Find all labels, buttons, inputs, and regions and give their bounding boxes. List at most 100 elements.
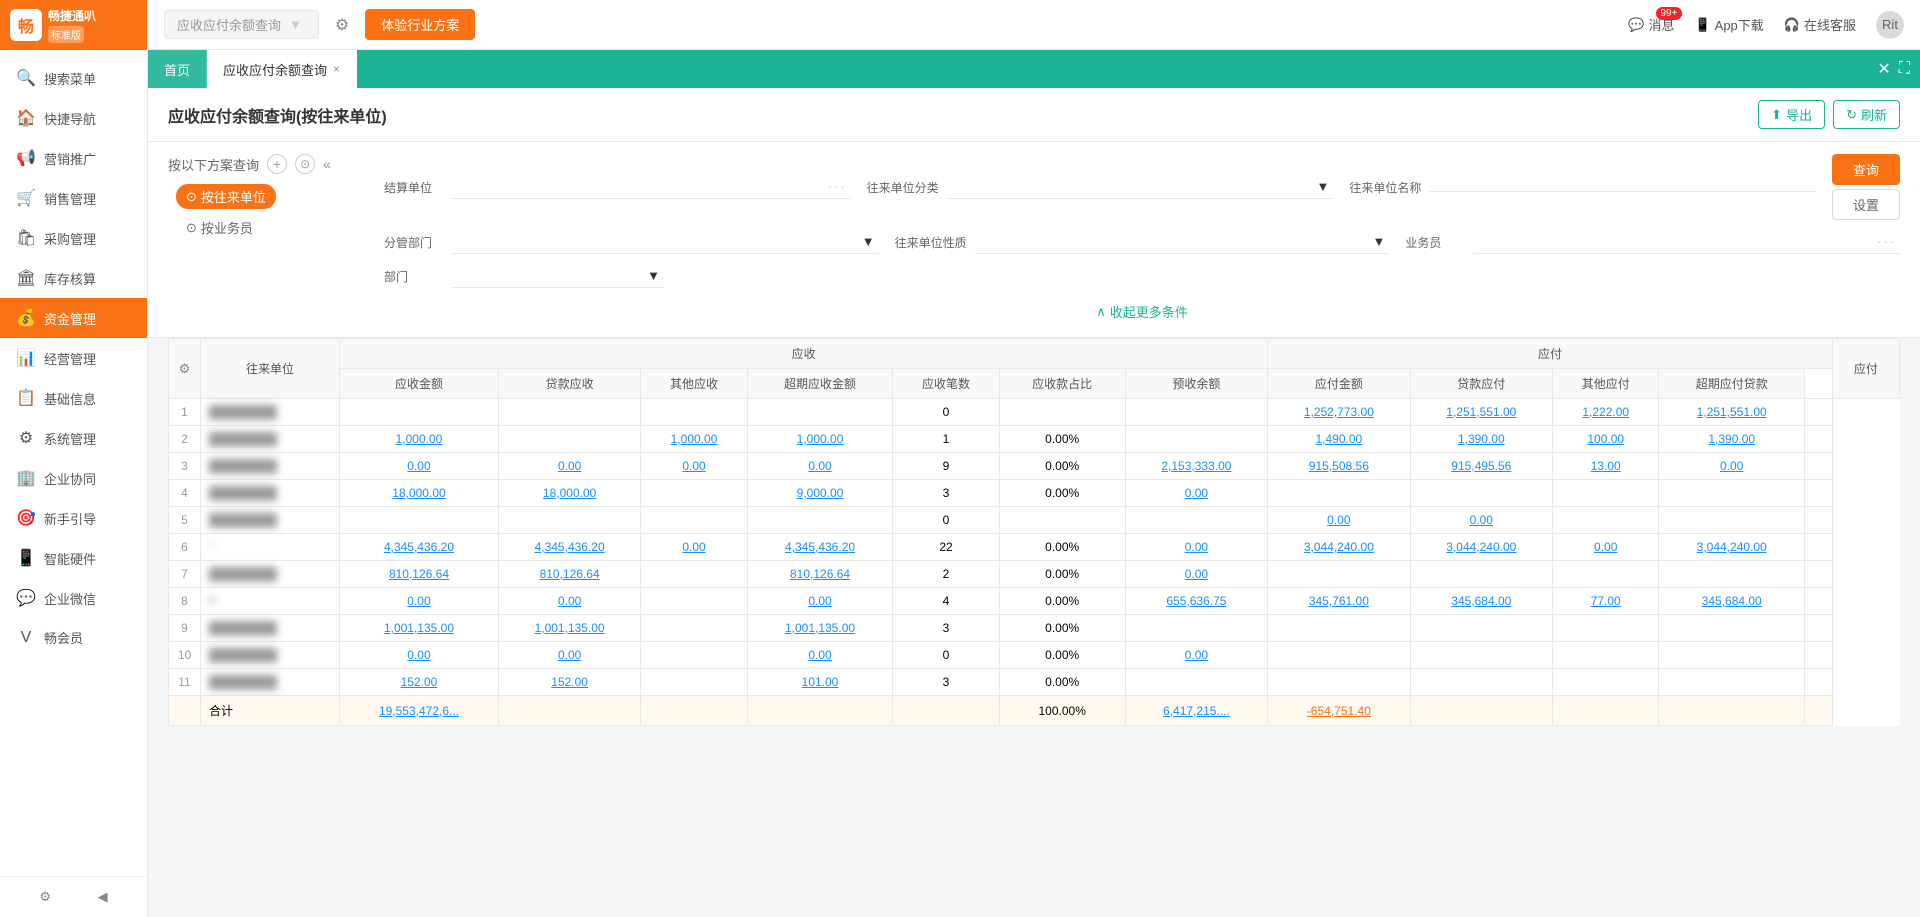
ar_other-cell[interactable]: 1,000.00 — [641, 426, 747, 453]
sidebar-item-vip[interactable]: V 畅会员 — [0, 618, 147, 657]
dept-manager-select[interactable]: ▼ — [452, 230, 879, 254]
ar_other-cell[interactable]: 0.00 — [641, 534, 747, 561]
query-button[interactable]: 查询 — [1832, 154, 1900, 185]
ar_loan-cell[interactable]: 4,345,436.20 — [498, 534, 640, 561]
ap_overdue-cell[interactable]: 0.00 — [1659, 453, 1805, 480]
sidebar-item-sales[interactable]: 🛒 销售管理 — [0, 178, 147, 218]
ar_overdue-cell[interactable]: 9,000.00 — [747, 480, 893, 507]
footer-ap-amount[interactable]: -654,751.40 — [1268, 696, 1410, 726]
ap_overdue-cell[interactable]: 3,044,240.00 — [1659, 534, 1805, 561]
ap_overdue-cell[interactable]: 1,390.00 — [1659, 426, 1805, 453]
tab-close-window-button[interactable]: ✕ — [1877, 59, 1890, 79]
ap_loan-cell[interactable]: 0.00 — [1410, 507, 1552, 534]
ap_overdue-cell[interactable]: 345,684.00 — [1659, 588, 1805, 615]
table-settings-icon[interactable]: ⚙ — [179, 361, 191, 376]
ar_prepay-cell[interactable]: 655,636.75 — [1125, 588, 1267, 615]
footer-ar-prepay[interactable]: 6,417,215.... — [1125, 696, 1267, 726]
ar_prepay-cell[interactable]: 0.00 — [1125, 561, 1267, 588]
salesperson-input[interactable]: ··· — [1473, 230, 1900, 254]
filter-settings-button[interactable]: ⊙ — [295, 154, 315, 174]
sidebar-item-inventory[interactable]: 🏛 库存核算 — [0, 258, 147, 298]
ap_other-cell[interactable]: 1,222.00 — [1553, 399, 1659, 426]
sidebar-item-hardware[interactable]: 📱 智能硬件 — [0, 538, 147, 578]
scheme-option-1[interactable]: ⊙ 按往来单位 — [176, 184, 368, 209]
export-button[interactable]: ⬆ 导出 — [1758, 100, 1825, 129]
filter-add-button[interactable]: + — [267, 154, 287, 174]
ap_amount-cell[interactable]: 0.00 — [1268, 507, 1410, 534]
ap_amount-cell[interactable]: 345,761.00 — [1268, 588, 1410, 615]
tab-home[interactable]: 首页 — [148, 50, 207, 88]
ap_amount-cell[interactable]: 3,044,240.00 — [1268, 534, 1410, 561]
setting-button[interactable]: 设置 — [1832, 189, 1900, 220]
ar_overdue-cell[interactable]: 1,000.00 — [747, 426, 893, 453]
user-avatar[interactable]: Rit — [1876, 11, 1904, 39]
ar_overdue-cell[interactable]: 810,126.64 — [747, 561, 893, 588]
ar_overdue-cell[interactable]: 0.00 — [747, 588, 893, 615]
ar_amount-cell[interactable]: 1,000.00 — [340, 426, 499, 453]
ap_loan-cell[interactable]: 345,684.00 — [1410, 588, 1552, 615]
partner-nature-select[interactable]: ▼ — [975, 230, 1390, 254]
online-service-button[interactable]: 🎧 在线客服 — [1784, 15, 1856, 34]
topbar-gear-icon[interactable]: ⚙ — [331, 11, 353, 39]
ap_other-cell[interactable]: 0.00 — [1553, 534, 1659, 561]
sidebar-item-finance[interactable]: 💰 资金管理 — [0, 298, 147, 338]
tab-close-icon[interactable]: × — [333, 62, 340, 76]
sidebar-collapse-icon[interactable]: ◀ — [98, 889, 108, 905]
sidebar-item-search[interactable]: 🔍 搜索菜单 — [0, 58, 147, 98]
ap_other-cell[interactable]: 77.00 — [1553, 588, 1659, 615]
ap_loan-cell[interactable]: 915,495.56 — [1410, 453, 1552, 480]
tab-maximize-button[interactable]: ⛶ — [1899, 60, 1910, 78]
ap_overdue-cell[interactable]: 1,251,551.00 — [1659, 399, 1805, 426]
message-button[interactable]: 💬 消息 99+ — [1628, 15, 1674, 34]
sidebar-item-quick[interactable]: 🏠 快捷导航 — [0, 98, 147, 138]
ar_prepay-cell[interactable]: 0.00 — [1125, 480, 1267, 507]
ap_other-cell[interactable]: 13.00 — [1553, 453, 1659, 480]
ar_amount-cell[interactable]: 1,001,135.00 — [340, 615, 499, 642]
scheme-option-2[interactable]: ⊙ 按业务员 — [176, 215, 368, 240]
sidebar-item-corp[interactable]: 🏢 企业协同 — [0, 458, 147, 498]
ar_amount-cell[interactable]: 0.00 — [340, 642, 499, 669]
sidebar-item-basic[interactable]: 📋 基础信息 — [0, 378, 147, 418]
ar_prepay-cell[interactable]: 2,153,333.00 — [1125, 453, 1267, 480]
ap_amount-cell[interactable]: 1,490.00 — [1268, 426, 1410, 453]
app-download-button[interactable]: 📱 App下载 — [1694, 15, 1763, 34]
ar_overdue-cell[interactable]: 1,001,135.00 — [747, 615, 893, 642]
ar_overdue-cell[interactable]: 0.00 — [747, 642, 893, 669]
ar_loan-cell[interactable]: 810,126.64 — [498, 561, 640, 588]
ar_amount-cell[interactable]: 0.00 — [340, 453, 499, 480]
ar_prepay-cell[interactable]: 0.00 — [1125, 642, 1267, 669]
ap_loan-cell[interactable]: 3,044,240.00 — [1410, 534, 1552, 561]
sidebar-item-wechat[interactable]: 💬 企业微信 — [0, 578, 147, 618]
tab-ar-ap[interactable]: 应收应付余额查询 × — [207, 50, 357, 88]
ar_amount-cell[interactable]: 18,000.00 — [340, 480, 499, 507]
settlement-unit-input[interactable]: ··· — [452, 175, 851, 199]
ar_overdue-cell[interactable]: 101.00 — [747, 669, 893, 696]
sidebar-item-purchase[interactable]: 🛍 采购管理 — [0, 218, 147, 258]
ar_prepay-cell[interactable]: 0.00 — [1125, 534, 1267, 561]
ap_amount-cell[interactable]: 1,252,773.00 — [1268, 399, 1410, 426]
col-settings-header[interactable]: ⚙ — [169, 339, 201, 399]
ar_overdue-cell[interactable]: 4,345,436.20 — [747, 534, 893, 561]
ar_amount-cell[interactable]: 0.00 — [340, 588, 499, 615]
sidebar-item-system[interactable]: ⚙ 系统管理 — [0, 418, 147, 458]
ar_loan-cell[interactable]: 0.00 — [498, 453, 640, 480]
ar_amount-cell[interactable]: 152.00 — [340, 669, 499, 696]
ar_loan-cell[interactable]: 0.00 — [498, 588, 640, 615]
partner-name-input[interactable] — [1429, 183, 1816, 192]
partner-category-select[interactable]: ▼ — [947, 175, 1334, 199]
ap_loan-cell[interactable]: 1,251,551.00 — [1410, 399, 1552, 426]
footer-ar-amount[interactable]: 19,553,472,6... — [340, 696, 499, 726]
sidebar-item-guide[interactable]: 🎯 新手引导 — [0, 498, 147, 538]
ar_loan-cell[interactable]: 18,000.00 — [498, 480, 640, 507]
ar_loan-cell[interactable]: 0.00 — [498, 642, 640, 669]
ap_other-cell[interactable]: 100.00 — [1553, 426, 1659, 453]
ar_other-cell[interactable]: 0.00 — [641, 453, 747, 480]
ar_loan-cell[interactable]: 1,001,135.00 — [498, 615, 640, 642]
collapse-more-button[interactable]: ∧ 收起更多条件 — [384, 298, 1900, 325]
sidebar-item-operation[interactable]: 📊 经营管理 — [0, 338, 147, 378]
ar_overdue-cell[interactable]: 0.00 — [747, 453, 893, 480]
filter-collapse-icon[interactable]: « — [323, 156, 331, 172]
ap_amount-cell[interactable]: 915,508.56 — [1268, 453, 1410, 480]
ap_loan-cell[interactable]: 1,390.00 — [1410, 426, 1552, 453]
sidebar-settings-icon[interactable]: ⚙ — [39, 889, 51, 905]
